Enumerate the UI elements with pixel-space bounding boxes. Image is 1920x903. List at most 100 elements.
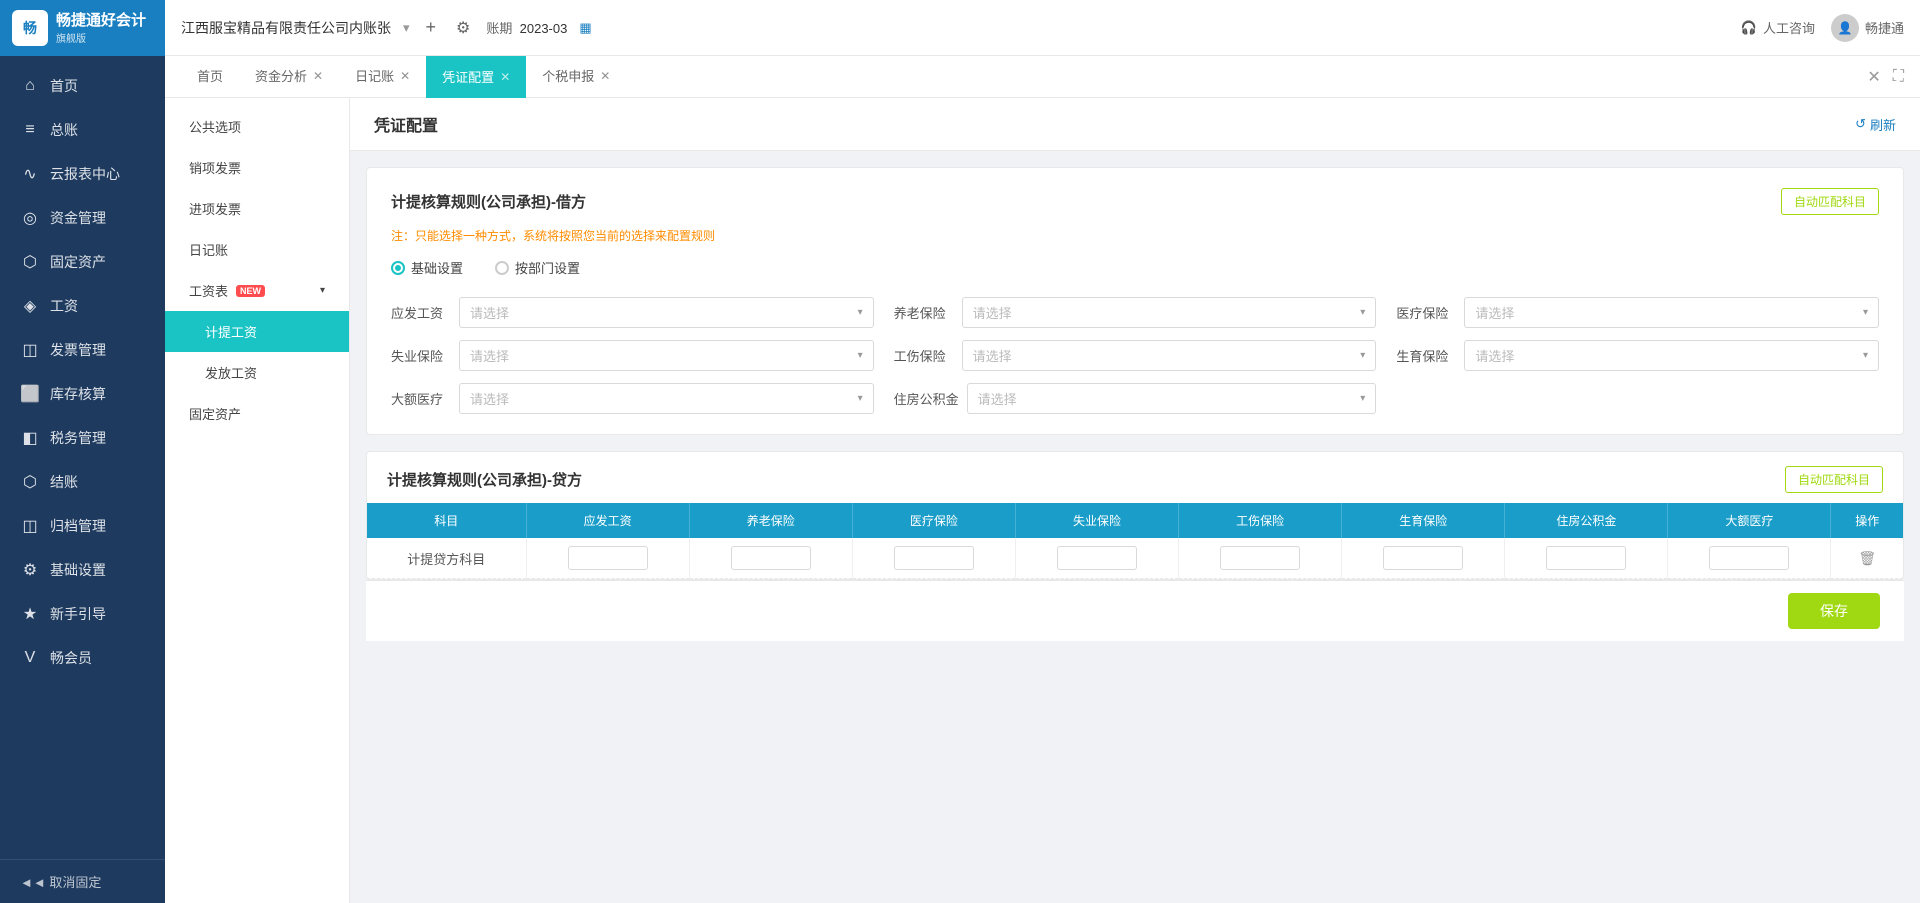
tab-bar: 首页 资金分析 ✕ 日记账 ✕ 凭证配置 ✕ 个税申报 ✕ ✕ ⛶ (165, 56, 1920, 98)
gear-icon[interactable]: ⚙ (452, 18, 474, 38)
expand-icon[interactable]: ⛶ (1893, 68, 1904, 86)
sidebar-item-general-ledger[interactable]: ≡ 总账 (0, 108, 165, 152)
close-tab-icon[interactable]: ✕ (500, 70, 510, 84)
chevron-down-icon: ▾ (858, 307, 863, 318)
sub-item-public[interactable]: 公共选项 (165, 106, 349, 147)
sidebar-item-label: 税务管理 (50, 428, 106, 448)
debit-notice: 注：只能选择一种方式，系统将按照您当前的选择来配置规则 (391, 227, 1879, 244)
chevron-down-icon: ▾ (320, 285, 325, 296)
sidebar: 畅 畅捷通好会计 旗舰版 ⌂ 首页 ≡ 总账 ∿ 云报表中心 ◎ 资金管理 ⬡ … (0, 0, 165, 903)
sidebar-item-home[interactable]: ⌂ 首页 (0, 64, 165, 108)
close-window-icon[interactable]: ✕ (1867, 67, 1880, 87)
sidebar-item-fund[interactable]: ◎ 资金管理 (0, 196, 165, 240)
sidebar-item-vip[interactable]: V 畅会员 (0, 636, 165, 680)
sidebar-item-fixed-assets[interactable]: ⬡ 固定资产 (0, 240, 165, 284)
sidebar-unpin[interactable]: ◄◄ 取消固定 (0, 859, 165, 903)
input-zhufang[interactable] (1546, 546, 1626, 570)
sidebar-item-label: 固定资产 (50, 252, 106, 272)
input-yanglao[interactable] (731, 546, 811, 570)
archive-icon: ◫ (20, 516, 40, 536)
sub-item-salary-table[interactable]: 工资表 NEW ▾ (165, 270, 349, 311)
form-label: 医疗保险 (1396, 303, 1456, 322)
input-ying-fa[interactable] (568, 546, 648, 570)
close-tab-icon[interactable]: ✕ (313, 69, 323, 83)
sub-item-journal[interactable]: 日记账 (165, 229, 349, 270)
select-da-e-yiliao[interactable]: 请选择 ▾ (459, 383, 874, 414)
save-area: 保存 (366, 580, 1904, 641)
select-zhufang[interactable]: 请选择 ▾ (967, 383, 1377, 414)
sub-item-pay-salary[interactable]: 发放工资 (165, 352, 349, 393)
form-item-shiye: 失业保险 请选择 ▾ (391, 340, 874, 371)
support-button[interactable]: 🎧 人工咨询 (1741, 18, 1815, 37)
chevron-down-icon: ▾ (1360, 307, 1365, 318)
sidebar-item-label: 资金管理 (50, 208, 106, 228)
refresh-button[interactable]: ↺ 刷新 (1855, 115, 1896, 134)
form-label: 大额医疗 (391, 389, 451, 408)
close-tab-icon[interactable]: ✕ (400, 69, 410, 83)
calendar-icon[interactable]: ▦ (579, 20, 591, 36)
sidebar-item-label: 基础设置 (50, 560, 106, 580)
select-ying-fa-gongzi[interactable]: 请选择 ▾ (459, 297, 874, 328)
content-area: 公共选项 销项发票 进项发票 日记账 工资表 NEW ▾ 计提工资 发放工资 (165, 98, 1920, 903)
tab-journal[interactable]: 日记账 ✕ (339, 56, 426, 98)
select-yiliao[interactable]: 请选择 ▾ (1464, 297, 1879, 328)
sidebar-item-label: 结账 (50, 472, 78, 492)
sidebar-item-archive[interactable]: ◫ 归档管理 (0, 504, 165, 548)
tab-voucher-config[interactable]: 凭证配置 ✕ (426, 56, 526, 98)
select-shengyu[interactable]: 请选择 ▾ (1464, 340, 1879, 371)
save-button[interactable]: 保存 (1788, 593, 1880, 629)
cell-yanglao (689, 538, 852, 579)
vip-icon: V (20, 649, 40, 667)
radio-basic[interactable]: 基础设置 (391, 258, 463, 277)
sub-item-accrual-salary[interactable]: 计提工资 (165, 311, 349, 352)
chevron-down-icon[interactable]: ▾ (403, 20, 410, 36)
tab-fund-analysis[interactable]: 资金分析 ✕ (239, 56, 339, 98)
auto-match-debit-button[interactable]: 自动匹配科目 (1781, 188, 1879, 215)
form-item-da-e-yiliao: 大额医疗 请选择 ▾ (391, 383, 874, 414)
main-area: 江西服宝精品有限责任公司内账张 ▾ + ⚙ 账期 2023-03 ▦ 🎧 人工咨… (165, 0, 1920, 903)
close-tab-icon[interactable]: ✕ (600, 69, 610, 83)
select-yanglao[interactable]: 请选择 ▾ (962, 297, 1377, 328)
sidebar-item-salary[interactable]: ◈ 工资 (0, 284, 165, 328)
select-shiye[interactable]: 请选择 ▾ (459, 340, 874, 371)
invoice-icon: ◫ (20, 340, 40, 360)
input-shiye[interactable] (1057, 546, 1137, 570)
form-item-yanglao: 养老保险 请选择 ▾ (894, 297, 1377, 328)
settings-icon: ⚙ (20, 560, 40, 580)
delete-row-icon[interactable]: 🗑 (1858, 550, 1876, 566)
cell-gongshang (1179, 538, 1342, 579)
page-content: 凭证配置 ↺ 刷新 计提核算规则(公司承担)-借方 自动匹配科目 注：只能选择一… (350, 98, 1920, 903)
form-label: 应发工资 (391, 303, 451, 322)
col-action: 操作 (1831, 503, 1903, 538)
sidebar-item-invoice[interactable]: ◫ 发票管理 (0, 328, 165, 372)
add-tab-button[interactable]: + (422, 17, 441, 38)
col-shiye: 失业保险 (1015, 503, 1178, 538)
input-da-e[interactable] (1709, 546, 1789, 570)
cell-shengyu (1342, 538, 1505, 579)
chevron-down-icon: ▾ (858, 350, 863, 361)
sub-item-fixed-assets[interactable]: 固定资产 (165, 393, 349, 434)
user-menu[interactable]: 👤 畅捷通 (1831, 14, 1904, 42)
sub-item-purchase-invoice[interactable]: 进项发票 (165, 188, 349, 229)
select-gongshang[interactable]: 请选择 ▾ (962, 340, 1377, 371)
auto-match-credit-button[interactable]: 自动匹配科目 (1785, 466, 1883, 493)
new-badge: NEW (236, 285, 265, 297)
radio-group: 基础设置 按部门设置 (391, 258, 1879, 277)
sidebar-item-guide[interactable]: ★ 新手引导 (0, 592, 165, 636)
credit-section: 计提核算规则(公司承担)-贷方 自动匹配科目 科目 应发工资 养老保险 医疗保险 (366, 451, 1904, 580)
sidebar-item-checkout[interactable]: ⬡ 结账 (0, 460, 165, 504)
radio-dept[interactable]: 按部门设置 (495, 258, 580, 277)
tab-home[interactable]: 首页 (181, 56, 239, 98)
form-label: 失业保险 (391, 346, 451, 365)
input-shengyu[interactable] (1383, 546, 1463, 570)
sub-item-sales-invoice[interactable]: 销项发票 (165, 147, 349, 188)
sidebar-item-tax[interactable]: ◧ 税务管理 (0, 416, 165, 460)
tab-tax-report[interactable]: 个税申报 ✕ (526, 56, 626, 98)
sidebar-item-settings[interactable]: ⚙ 基础设置 (0, 548, 165, 592)
sidebar-item-label: 云报表中心 (50, 164, 120, 184)
sidebar-item-inventory[interactable]: ⬜ 库存核算 (0, 372, 165, 416)
input-gongshang[interactable] (1220, 546, 1300, 570)
main-panel: 计提核算规则(公司承担)-借方 自动匹配科目 注：只能选择一种方式，系统将按照您… (350, 151, 1920, 903)
input-yiliao[interactable] (894, 546, 974, 570)
sidebar-item-reports[interactable]: ∿ 云报表中心 (0, 152, 165, 196)
